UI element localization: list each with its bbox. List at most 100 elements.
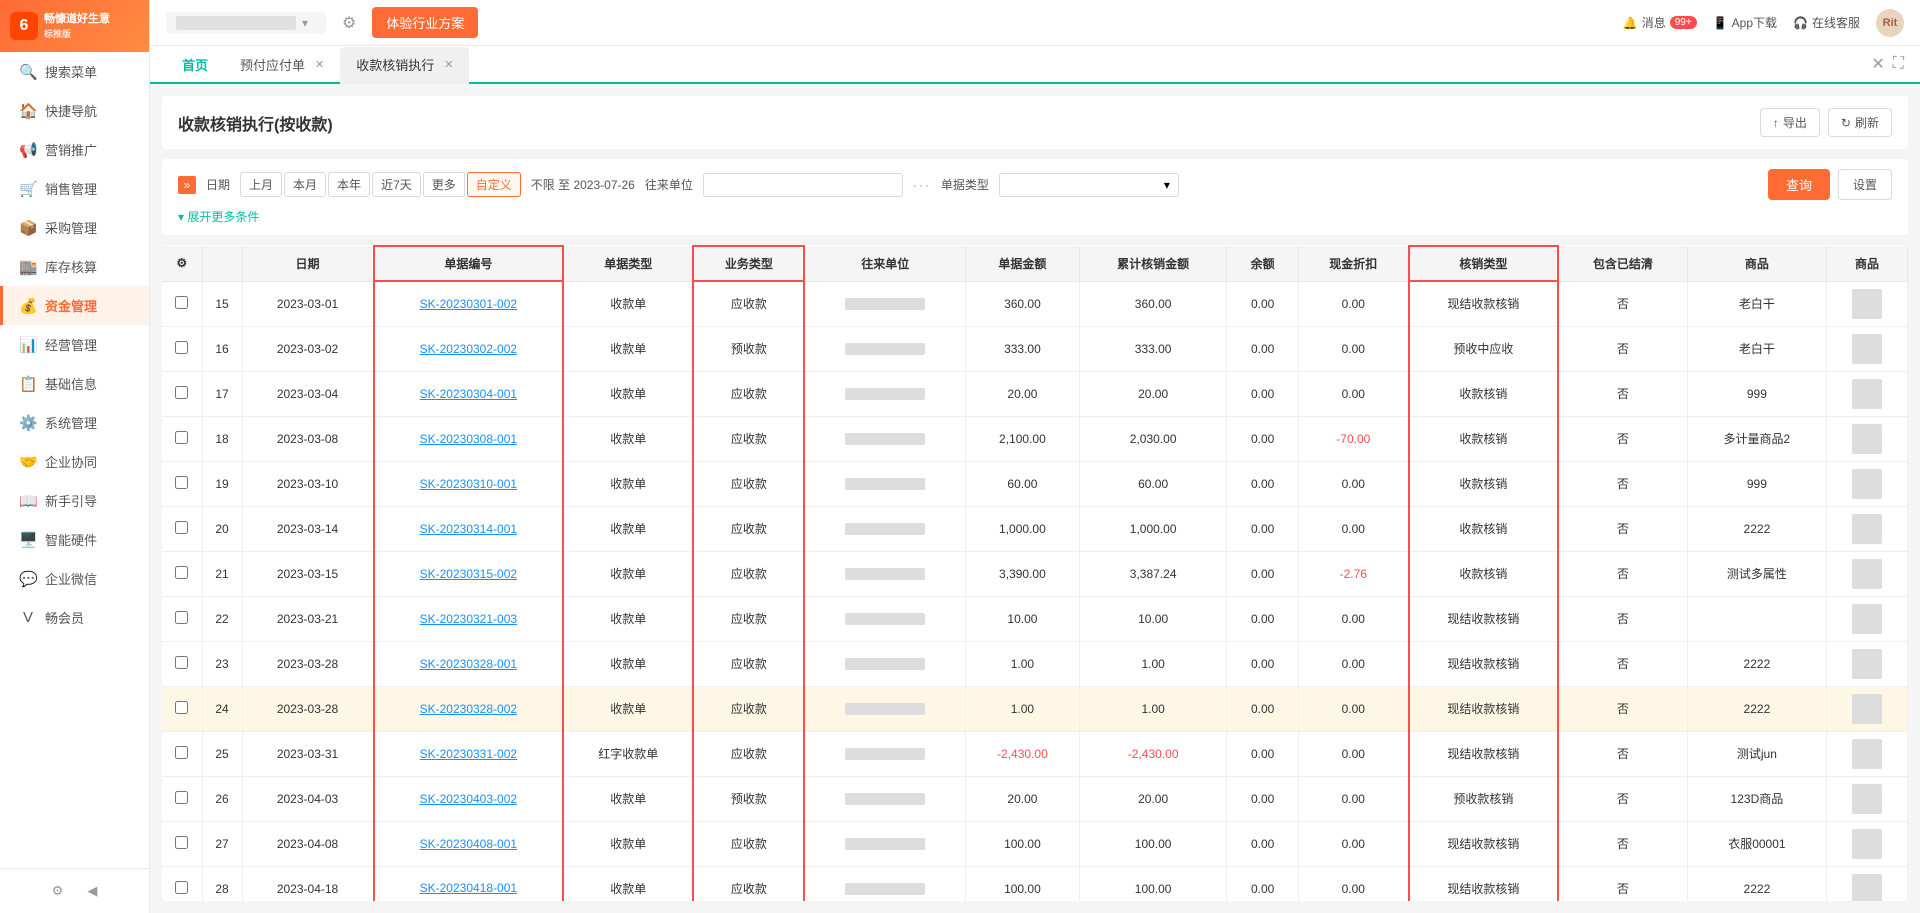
cell-checkbox[interactable]: [162, 506, 202, 551]
export-button[interactable]: ↑ 导出: [1760, 108, 1820, 137]
sidebar-item-system[interactable]: ⚙️ 系统管理: [0, 403, 149, 442]
sidebar-item-sales[interactable]: 🛒 销售管理: [0, 169, 149, 208]
sn-link[interactable]: SK-20230328-002: [420, 702, 517, 716]
cell-checkbox[interactable]: [162, 461, 202, 506]
sn-link[interactable]: SK-20230308-001: [420, 432, 517, 446]
date-btn-more[interactable]: 更多: [423, 172, 465, 197]
th-date[interactable]: 日期: [242, 246, 374, 281]
tabbar-close-btn[interactable]: ✕: [1871, 54, 1884, 74]
cell-sn[interactable]: SK-20230328-002: [374, 686, 564, 731]
cell-sn[interactable]: SK-20230314-001: [374, 506, 564, 551]
date-btn-thismonth[interactable]: 本月: [284, 172, 326, 197]
sn-link[interactable]: SK-20230315-002: [420, 567, 517, 581]
tab-collection-close-icon[interactable]: ✕: [444, 58, 453, 71]
th-accum-amount[interactable]: 累计核销金额: [1079, 246, 1227, 281]
solution-button[interactable]: 体验行业方案: [372, 7, 478, 38]
app-download-item[interactable]: 📱 App下载: [1713, 14, 1777, 31]
date-btn-thisyear[interactable]: 本年: [328, 172, 370, 197]
sidebar-item-operations[interactable]: 📊 经营管理: [0, 325, 149, 364]
sidebar-item-search[interactable]: 🔍 搜索菜单: [0, 52, 149, 91]
sidebar-item-marketing[interactable]: 📢 营销推广: [0, 130, 149, 169]
cell-sn[interactable]: SK-20230310-001: [374, 461, 564, 506]
cell-sn[interactable]: SK-20230331-002: [374, 731, 564, 776]
topbar-gear-icon[interactable]: ⚙: [338, 9, 360, 37]
date-btn-custom[interactable]: 自定义: [467, 172, 521, 197]
cell-checkbox[interactable]: [162, 416, 202, 461]
th-voucher-type[interactable]: 单据类型: [563, 246, 693, 281]
voucher-type-select[interactable]: ▾: [999, 173, 1179, 197]
tab-prepay-close-icon[interactable]: ✕: [315, 58, 324, 71]
th-write-type[interactable]: 核销类型: [1409, 246, 1558, 281]
cell-checkbox[interactable]: [162, 866, 202, 901]
online-service-item[interactable]: 🎧 在线客服: [1793, 14, 1860, 31]
sn-link[interactable]: SK-20230328-001: [420, 657, 517, 671]
th-sn[interactable]: 单据编号: [374, 246, 564, 281]
cell-sn[interactable]: SK-20230301-002: [374, 281, 564, 326]
column-settings-icon[interactable]: ⚙: [176, 256, 187, 270]
sn-link[interactable]: SK-20230310-001: [420, 477, 517, 491]
sn-link[interactable]: SK-20230403-002: [420, 792, 517, 806]
table-container[interactable]: ⚙ 日期 单据编号 单据类型 业务类型 往来单位 单据金额 累计核销金额 余额 …: [162, 245, 1908, 901]
sidebar-item-purchase[interactable]: 📦 采购管理: [0, 208, 149, 247]
cell-sn[interactable]: SK-20230304-001: [374, 371, 564, 416]
sidebar-settings-btn[interactable]: ⚙: [42, 877, 74, 905]
th-settings[interactable]: ⚙: [162, 246, 202, 281]
cell-checkbox[interactable]: [162, 371, 202, 416]
sn-link[interactable]: SK-20230304-001: [420, 387, 517, 401]
sidebar-item-finance[interactable]: 💰 资金管理: [0, 286, 149, 325]
cell-sn[interactable]: SK-20230321-003: [374, 596, 564, 641]
cell-sn[interactable]: SK-20230328-001: [374, 641, 564, 686]
sidebar-item-hardware[interactable]: 🖥️ 智能硬件: [0, 520, 149, 559]
sidebar-item-enterprise[interactable]: 🤝 企业协同: [0, 442, 149, 481]
cell-checkbox[interactable]: [162, 776, 202, 821]
th-balance[interactable]: 余额: [1227, 246, 1298, 281]
cell-sn[interactable]: SK-20230302-002: [374, 326, 564, 371]
cell-checkbox[interactable]: [162, 821, 202, 866]
refresh-button[interactable]: ↻ 刷新: [1828, 108, 1892, 137]
cell-checkbox[interactable]: [162, 326, 202, 371]
cell-checkbox[interactable]: [162, 731, 202, 776]
partner-input[interactable]: [703, 173, 903, 197]
tab-prepay[interactable]: 预付应付单 ✕: [224, 47, 340, 84]
sidebar-item-guide[interactable]: 📖 新手引导: [0, 481, 149, 520]
cell-sn[interactable]: SK-20230418-001: [374, 866, 564, 901]
th-biz-type[interactable]: 业务类型: [693, 246, 804, 281]
sidebar-item-quicknav[interactable]: 🏠 快捷导航: [0, 91, 149, 130]
query-button[interactable]: 查询: [1768, 169, 1830, 200]
cell-sn[interactable]: SK-20230308-001: [374, 416, 564, 461]
th-partner[interactable]: 往来单位: [804, 246, 965, 281]
cell-sn[interactable]: SK-20230408-001: [374, 821, 564, 866]
sn-link[interactable]: SK-20230331-002: [420, 747, 517, 761]
th-goods[interactable]: 商品: [1687, 246, 1826, 281]
cell-checkbox[interactable]: [162, 686, 202, 731]
sidebar-item-basic[interactable]: 📋 基础信息: [0, 364, 149, 403]
sidebar-item-member[interactable]: V 畅会员: [0, 598, 149, 637]
th-amount[interactable]: 单据金额: [966, 246, 1080, 281]
th-include-cleared[interactable]: 包含已结清: [1558, 246, 1687, 281]
sn-link[interactable]: SK-20230408-001: [420, 837, 517, 851]
workspace-selector[interactable]: ▾: [166, 12, 326, 34]
th-goods2[interactable]: 商品: [1826, 246, 1907, 281]
sn-link[interactable]: SK-20230301-002: [420, 297, 517, 311]
tabbar-fullscreen-btn[interactable]: ⛶: [1893, 54, 1904, 74]
cell-checkbox[interactable]: [162, 641, 202, 686]
cell-sn[interactable]: SK-20230403-002: [374, 776, 564, 821]
expand-more-btn[interactable]: ▾ 展开更多条件: [178, 208, 259, 225]
date-btn-lastmonth[interactable]: 上月: [240, 172, 282, 197]
cell-sn[interactable]: SK-20230315-002: [374, 551, 564, 596]
settings-button[interactable]: 设置: [1838, 169, 1892, 200]
sn-link[interactable]: SK-20230418-001: [420, 881, 517, 895]
tab-home[interactable]: 首页: [166, 47, 224, 84]
sidebar-item-wechat[interactable]: 💬 企业微信: [0, 559, 149, 598]
cell-checkbox[interactable]: [162, 551, 202, 596]
sidebar-item-inventory[interactable]: 🏬 库存核算: [0, 247, 149, 286]
sn-link[interactable]: SK-20230321-003: [420, 612, 517, 626]
sidebar-collapse-btn[interactable]: ◀: [77, 877, 107, 905]
sn-link[interactable]: SK-20230314-001: [420, 522, 517, 536]
sn-link[interactable]: SK-20230302-002: [420, 342, 517, 356]
notifications-item[interactable]: 🔔 消息 99+: [1623, 14, 1697, 31]
tab-collection[interactable]: 收款核销执行 ✕: [340, 47, 469, 84]
cell-checkbox[interactable]: [162, 596, 202, 641]
cell-checkbox[interactable]: [162, 281, 202, 326]
user-avatar[interactable]: Rit: [1876, 9, 1904, 37]
